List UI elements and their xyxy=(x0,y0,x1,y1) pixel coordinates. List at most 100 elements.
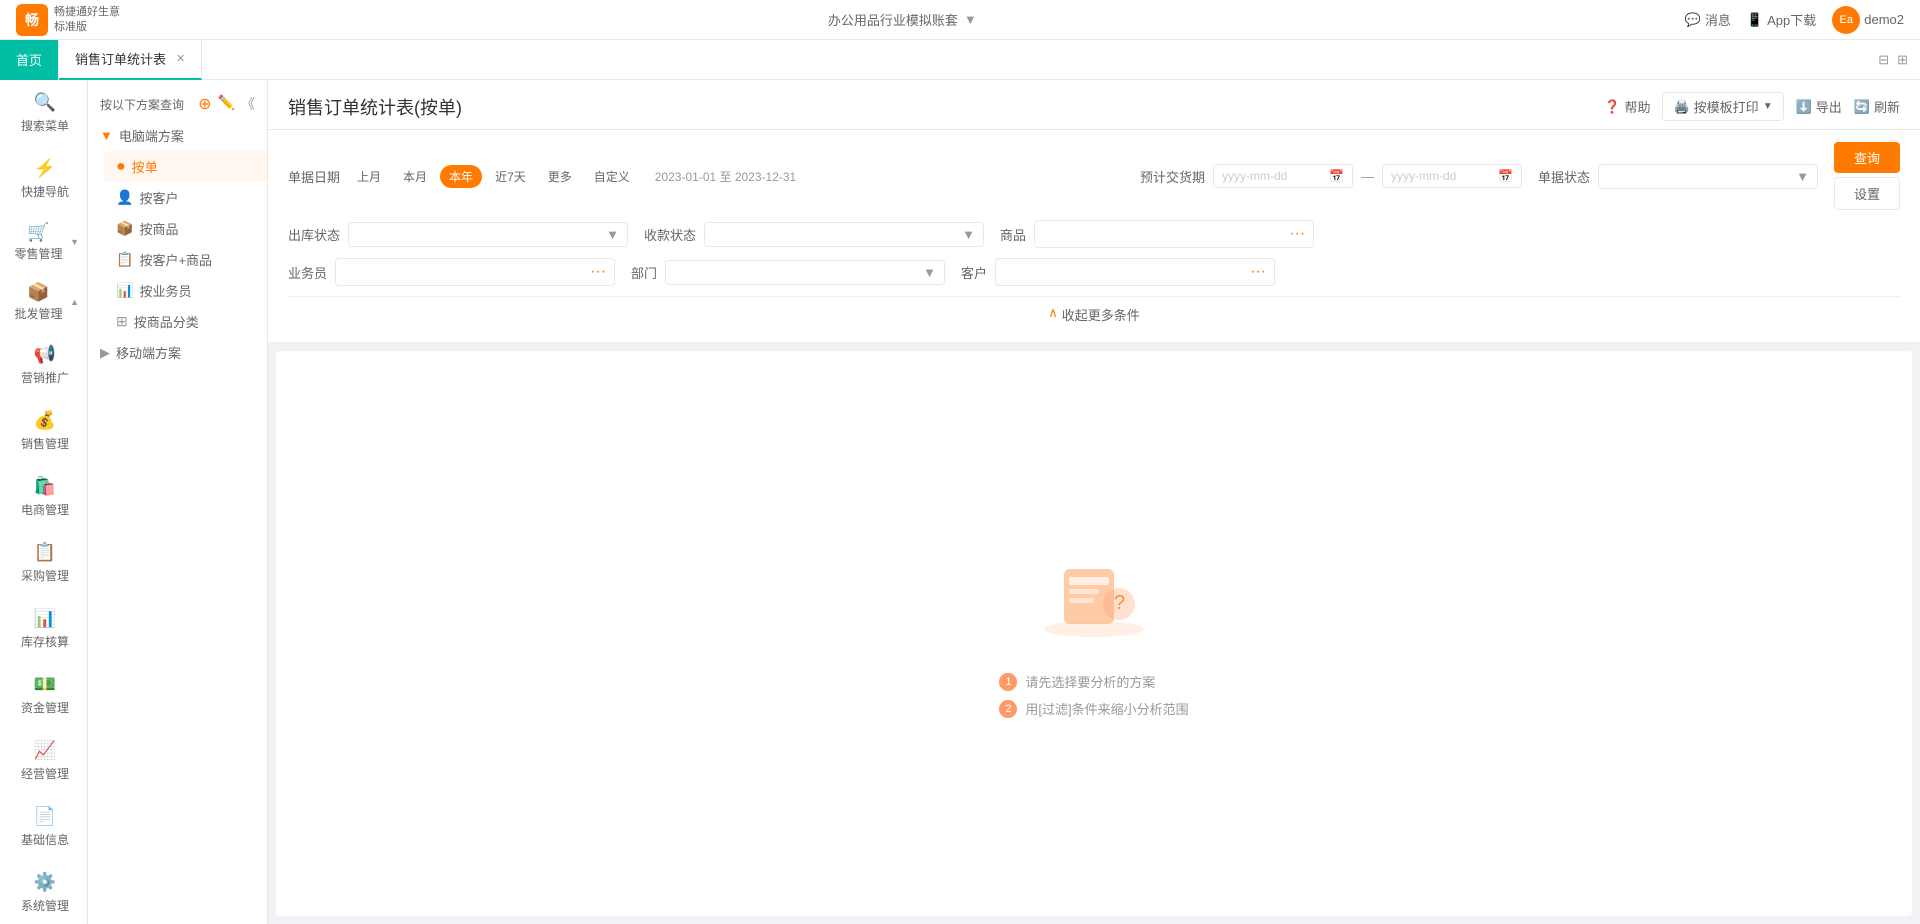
system-icon: ⚙️ xyxy=(34,872,56,893)
sidebar-item-wholesale[interactable]: 📦 批发管理 ▲ xyxy=(0,272,87,332)
date-btn-more[interactable]: 更多 xyxy=(539,165,581,188)
scheme-category-desktop[interactable]: ▼ 电脑端方案 xyxy=(88,120,267,151)
empty-svg: ? xyxy=(1034,549,1154,649)
user-profile[interactable]: Ea demo2 xyxy=(1832,6,1904,34)
filter-delivery-date: 预计交货期 yyyy-mm-dd 📅 — yyyy-mm-dd 📅 xyxy=(1140,164,1522,188)
export-btn[interactable]: ⬇️ 导出 xyxy=(1796,97,1842,116)
ecommerce-icon: 🛍️ xyxy=(34,476,56,497)
tab-minimize-icon[interactable]: ⊟ xyxy=(1878,52,1889,68)
filter-doc-status: 单据状态 ▼ xyxy=(1538,164,1818,189)
calendar-start-icon: 📅 xyxy=(1329,169,1344,183)
delivery-date-end[interactable]: yyyy-mm-dd 📅 xyxy=(1382,164,1522,188)
goods-input[interactable]: ··· xyxy=(1034,220,1314,248)
salesperson-input[interactable]: ··· xyxy=(335,258,615,286)
app-download-btn[interactable]: 📱 App下载 xyxy=(1747,10,1816,29)
sidebar-item-basic-info[interactable]: 📄 基础信息 xyxy=(0,794,87,860)
by-order-icon: ● xyxy=(116,158,126,176)
sidebar-item-purchase[interactable]: 📋 采购管理 xyxy=(0,530,87,596)
main-panel: 销售订单统计表(按单) ❓ 帮助 🖨️ 按模板打印 ▼ ⬇️ 导出 xyxy=(268,80,1920,924)
scheme-item-by-goods-category[interactable]: ⊞ 按商品分类 xyxy=(104,306,267,337)
add-scheme-icon[interactable]: ⊕ xyxy=(198,94,211,114)
salesperson-more-icon[interactable]: ··· xyxy=(590,263,606,281)
scheme-items-desktop: ● 按单 👤 按客户 📦 按商品 📋 按客户+商品 📊 按业务员 xyxy=(88,151,267,337)
ship-status-select[interactable]: ▼ xyxy=(348,222,628,247)
scheme-item-by-customer-goods[interactable]: 📋 按客户+商品 xyxy=(104,244,267,275)
goods-more-icon[interactable]: ··· xyxy=(1289,225,1305,243)
setting-btn[interactable]: 设置 xyxy=(1834,177,1900,210)
customer-input[interactable]: ··· xyxy=(995,258,1275,286)
collapse-row[interactable]: ∧ 收起更多条件 xyxy=(288,296,1900,332)
date-btn-last-month[interactable]: 上月 xyxy=(348,165,390,188)
marketing-icon: 📢 xyxy=(34,344,56,365)
sidebar: 🔍 搜索菜单 ⚡ 快捷导航 🛒 零售管理 ▼ 📦 批发管理 ▲ 📢 营销推广 xyxy=(0,80,88,924)
print-arrow-icon: ▼ xyxy=(1763,101,1773,112)
dept-label: 部门 xyxy=(631,263,657,282)
scheme-category-mobile[interactable]: ▶ 移动端方案 xyxy=(88,337,267,368)
print-btn[interactable]: 🖨️ 按模板打印 ▼ xyxy=(1662,92,1783,121)
scheme-panel: 按以下方案查询 ⊕ ✏️ 《 ▼ 电脑端方案 ● 按单 👤 xyxy=(88,80,268,924)
sidebar-item-retail[interactable]: 🛒 零售管理 ▼ xyxy=(0,212,87,272)
payment-status-select[interactable]: ▼ xyxy=(704,222,984,247)
scheme-item-by-customer[interactable]: 👤 按客户 xyxy=(104,182,267,213)
date-btn-last-7-days[interactable]: 近7天 xyxy=(486,165,535,188)
sidebar-item-operations[interactable]: 📈 经营管理 xyxy=(0,728,87,794)
sidebar-item-finance[interactable]: 💵 资金管理 xyxy=(0,662,87,728)
sidebar-item-ecommerce[interactable]: 🛍️ 电商管理 xyxy=(0,464,87,530)
inventory-icon: 📊 xyxy=(34,608,56,629)
empty-illustration: ? xyxy=(1034,549,1154,652)
scheme-item-by-goods[interactable]: 📦 按商品 xyxy=(104,213,267,244)
tab-close-icon[interactable]: ✕ xyxy=(176,52,185,65)
sidebar-item-search-menu[interactable]: 🔍 搜索菜单 xyxy=(0,80,87,146)
salesperson-label: 业务员 xyxy=(288,263,327,282)
messages-btn[interactable]: 💬 消息 xyxy=(1685,10,1731,29)
scheme-panel-icons: ⊕ ✏️ 《 xyxy=(198,94,255,114)
delivery-date-start[interactable]: yyyy-mm-dd 📅 xyxy=(1213,164,1353,188)
scheme-item-by-salesperson[interactable]: 📊 按业务员 xyxy=(104,275,267,306)
topbar-left: 畅 畅捷通好生意 标准版 xyxy=(16,4,120,36)
mobile-category-label: 移动端方案 xyxy=(116,343,181,362)
sidebar-item-marketing[interactable]: 📢 营销推广 xyxy=(0,332,87,398)
category-expand-icon: ▼ xyxy=(100,128,113,143)
scheme-item-by-order[interactable]: ● 按单 xyxy=(104,151,267,182)
date-range-text: 2023-01-01 至 2023-12-31 xyxy=(655,168,796,185)
filter-dept: 部门 ▼ xyxy=(631,260,945,285)
retail-icon: 🛒 xyxy=(27,222,49,243)
query-btn[interactable]: 查询 xyxy=(1834,142,1900,173)
purchase-icon: 📋 xyxy=(34,542,56,563)
sidebar-item-sales[interactable]: 💰 销售管理 xyxy=(0,398,87,464)
customer-more-icon[interactable]: ··· xyxy=(1250,263,1266,281)
goods-label: 商品 xyxy=(1000,225,1026,244)
workspace-arrow-icon[interactable]: ▼ xyxy=(964,12,977,27)
refresh-icon: 🔄 xyxy=(1854,99,1870,115)
print-icon: 🖨️ xyxy=(1673,99,1689,115)
status-select[interactable]: ▼ xyxy=(1598,164,1818,189)
logo-text: 畅捷通好生意 标准版 xyxy=(54,5,120,34)
date-btn-custom[interactable]: 自定义 xyxy=(585,165,639,188)
date-btn-this-year[interactable]: 本年 xyxy=(440,165,482,188)
filter-date-range: 2023-01-01 至 2023-12-31 xyxy=(655,168,796,185)
date-buttons: 上月 本月 本年 近7天 更多 自定义 xyxy=(348,165,639,188)
collapse-scheme-icon[interactable]: 《 xyxy=(241,94,255,114)
tab-maximize-icon[interactable]: ⊞ xyxy=(1897,52,1908,68)
ship-status-label: 出库状态 xyxy=(288,225,340,244)
content-area: 按以下方案查询 ⊕ ✏️ 《 ▼ 电脑端方案 ● 按单 👤 xyxy=(88,80,1920,924)
sidebar-item-system[interactable]: ⚙️ 系统管理 xyxy=(0,860,87,924)
help-btn[interactable]: ❓ 帮助 xyxy=(1604,97,1650,116)
delivery-date-label: 预计交货期 xyxy=(1140,167,1205,186)
tabbar: 首页 销售订单统计表 ✕ ⊟ ⊞ xyxy=(0,40,1920,80)
search-menu-icon: 🔍 xyxy=(34,92,56,113)
dept-arrow-icon: ▼ xyxy=(923,265,936,280)
by-customer-goods-icon: 📋 xyxy=(116,251,133,268)
edit-scheme-icon[interactable]: ✏️ xyxy=(218,94,235,114)
tab-sales-stats[interactable]: 销售订单统计表 ✕ xyxy=(59,40,202,80)
filter-date-item: 单据日期 上月 本月 本年 近7天 更多 自定义 xyxy=(288,165,639,188)
sidebar-item-inventory[interactable]: 📊 库存核算 xyxy=(0,596,87,662)
quick-nav-icon: ⚡ xyxy=(34,158,56,179)
sidebar-item-quick-nav[interactable]: ⚡ 快捷导航 xyxy=(0,146,87,212)
page-title: 销售订单统计表(按单) xyxy=(288,94,462,120)
dept-select[interactable]: ▼ xyxy=(665,260,945,285)
tab-home[interactable]: 首页 xyxy=(0,40,59,80)
category-label: 电脑端方案 xyxy=(119,126,184,145)
date-btn-this-month[interactable]: 本月 xyxy=(394,165,436,188)
refresh-btn[interactable]: 🔄 刷新 xyxy=(1854,97,1900,116)
